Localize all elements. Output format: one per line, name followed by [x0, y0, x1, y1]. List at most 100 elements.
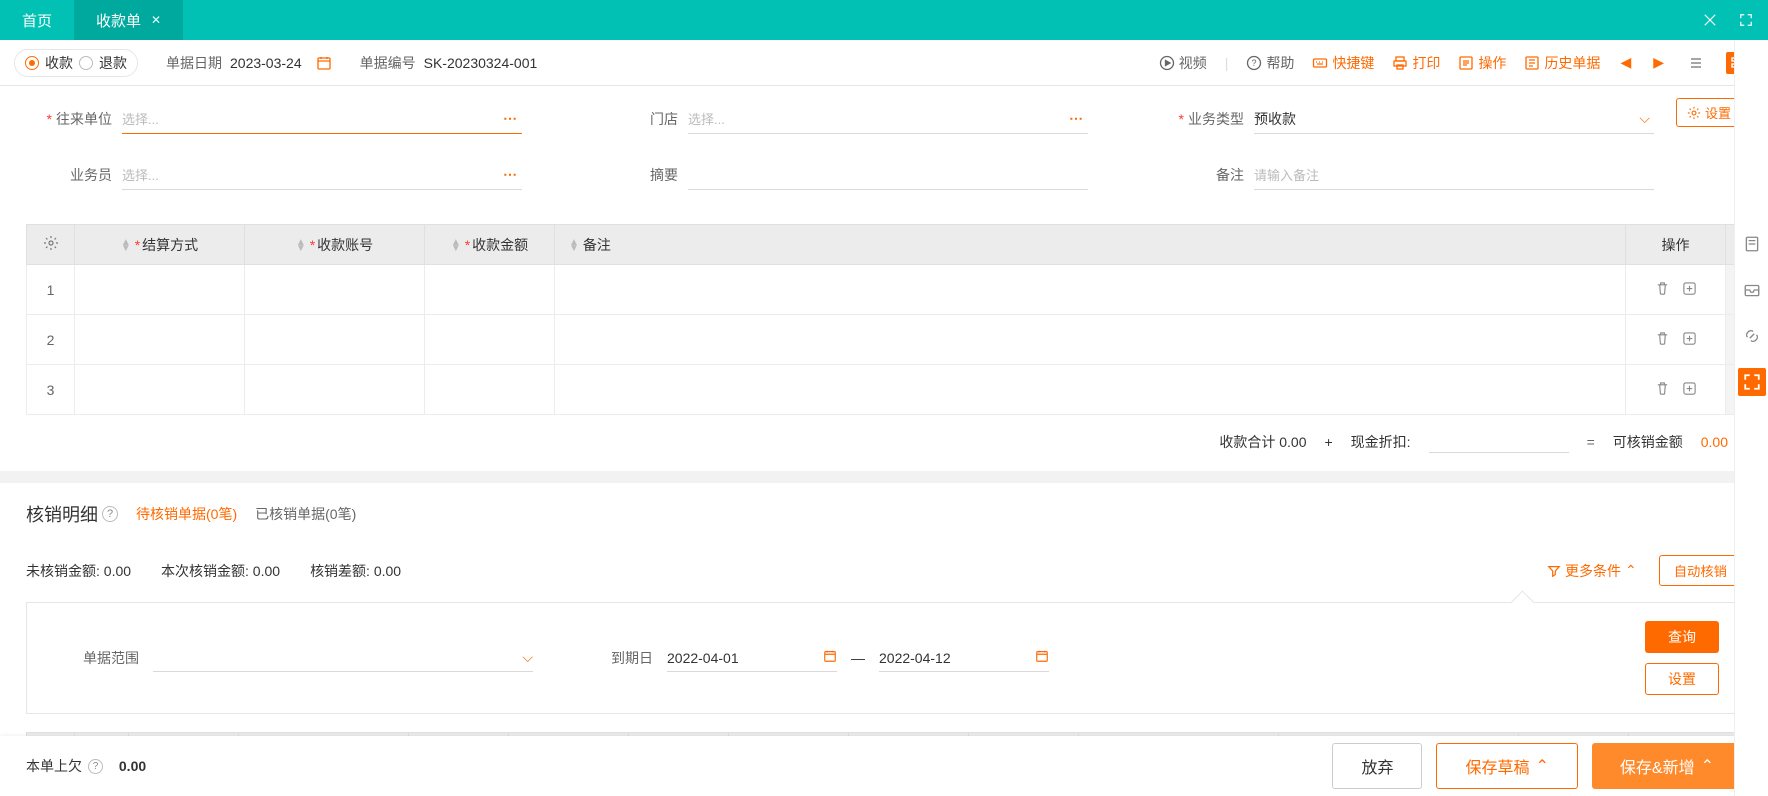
- plus-sign: +: [1324, 434, 1332, 450]
- radio-refund[interactable]: 退款: [79, 53, 127, 73]
- rail-expand-icon[interactable]: [1738, 368, 1766, 396]
- table-gear-header[interactable]: [27, 225, 75, 265]
- table-row[interactable]: 3: [27, 365, 1742, 415]
- help-icon[interactable]: ?: [102, 506, 118, 522]
- close-icon[interactable]: ✕: [151, 13, 161, 27]
- biz-type-value: 预收款: [1254, 109, 1296, 129]
- remark-input[interactable]: 请输入备注: [1254, 160, 1654, 190]
- row-index: 3: [27, 365, 75, 415]
- window-close-icon[interactable]: [1700, 10, 1720, 30]
- toolbar-history-label: 历史单据: [1544, 53, 1600, 73]
- help-icon[interactable]: ?: [88, 759, 103, 774]
- tab-home[interactable]: 首页: [0, 0, 74, 40]
- toolbar: 视频 | ? 帮助 快捷键 打印 操作 历史单据 ◀: [1159, 52, 1750, 74]
- col-pay-method[interactable]: ▲▼*结算方式: [75, 225, 245, 265]
- tab-done-verify[interactable]: 已核销单据(0笔): [255, 504, 356, 524]
- radio-dot-icon: [79, 56, 93, 70]
- verifiable-value: 0.00: [1701, 434, 1728, 450]
- cell-account[interactable]: [245, 265, 425, 315]
- col-remark[interactable]: ▲▼备注: [555, 225, 1626, 265]
- option-row: 收款 退款 单据日期 2023-03-24 单据编号 SK-20230324-0…: [0, 40, 1768, 86]
- view-list-icon[interactable]: [1684, 52, 1708, 74]
- cell-pay-method[interactable]: [75, 265, 245, 315]
- toolbar-shortcut[interactable]: 快捷键: [1312, 53, 1374, 73]
- date-from-input[interactable]: 2022-04-01: [667, 644, 837, 672]
- add-row-icon[interactable]: [1682, 331, 1697, 349]
- table-row[interactable]: 1: [27, 265, 1742, 315]
- tab-receipt-label: 收款单: [96, 10, 141, 31]
- cell-account[interactable]: [245, 365, 425, 415]
- rail-inbox-icon[interactable]: [1738, 276, 1766, 304]
- save-draft-button[interactable]: 保存草稿 ⌃: [1436, 743, 1577, 789]
- row-index: 2: [27, 315, 75, 365]
- due-label: 到期日: [563, 648, 653, 668]
- prev-doc-icon[interactable]: ◀: [1618, 54, 1633, 71]
- range-select[interactable]: ⌵: [153, 644, 533, 672]
- add-row-icon[interactable]: [1682, 281, 1697, 299]
- table-row[interactable]: 2: [27, 315, 1742, 365]
- calendar-icon[interactable]: [316, 55, 332, 71]
- col-amount[interactable]: ▲▼*收款金额: [425, 225, 555, 265]
- tab-receipt[interactable]: 收款单 ✕: [74, 0, 183, 40]
- tab-pending-verify[interactable]: 待核销单据(0笔): [136, 504, 237, 524]
- form-settings-button[interactable]: 设置: [1676, 98, 1742, 127]
- biz-type-label: 业务类型: [1158, 109, 1244, 129]
- more-icon[interactable]: ⋯: [503, 110, 518, 127]
- biz-type-select[interactable]: 预收款 ⌵: [1254, 104, 1654, 134]
- toolbar-video[interactable]: 视频: [1159, 53, 1207, 73]
- rail-note-icon[interactable]: [1738, 230, 1766, 258]
- owe-value: 0.00: [119, 758, 146, 774]
- delete-row-icon[interactable]: [1655, 381, 1670, 399]
- summary-input[interactable]: [688, 160, 1088, 190]
- agent-input[interactable]: 选择... ⋯: [122, 160, 522, 190]
- radio-receive[interactable]: 收款: [25, 53, 73, 73]
- cell-amount[interactable]: [425, 315, 555, 365]
- remark-label: 备注: [1158, 165, 1244, 185]
- counterparty-input[interactable]: 选择... ⋯: [122, 104, 522, 134]
- calendar-icon[interactable]: [1035, 649, 1049, 666]
- row-index: 1: [27, 265, 75, 315]
- auto-verify-button[interactable]: 自动核销: [1659, 555, 1742, 586]
- discount-input[interactable]: [1429, 431, 1569, 453]
- window-fullscreen-icon[interactable]: [1736, 10, 1756, 30]
- stat-diff: 核销差额: 0.00: [310, 561, 401, 581]
- query-button[interactable]: 查询: [1645, 621, 1719, 653]
- toolbar-history[interactable]: 历史单据: [1524, 53, 1600, 73]
- cell-remark[interactable]: [555, 265, 1626, 315]
- save-new-button[interactable]: 保存&新增 ⌃: [1592, 743, 1742, 789]
- filter-settings-button[interactable]: 设置: [1645, 663, 1719, 695]
- toolbar-help[interactable]: ? 帮助: [1246, 53, 1294, 73]
- cell-amount[interactable]: [425, 265, 555, 315]
- add-row-icon[interactable]: [1682, 381, 1697, 399]
- cell-remark[interactable]: [555, 365, 1626, 415]
- col-account[interactable]: ▲▼*收款账号: [245, 225, 425, 265]
- toolbar-operate[interactable]: 操作: [1458, 53, 1506, 73]
- next-doc-icon[interactable]: ▶: [1651, 54, 1666, 71]
- gear-icon: [43, 238, 59, 254]
- delete-row-icon[interactable]: [1655, 281, 1670, 299]
- col-ops: 操作: [1626, 225, 1726, 265]
- toolbar-video-label: 视频: [1179, 53, 1207, 73]
- chevron-up-icon: ⌃: [1536, 756, 1549, 776]
- field-biz-type: 业务类型 预收款 ⌵: [1158, 104, 1654, 134]
- toolbar-print[interactable]: 打印: [1392, 53, 1440, 73]
- cell-remark[interactable]: [555, 315, 1626, 365]
- calendar-icon[interactable]: [823, 649, 837, 666]
- store-input[interactable]: 选择... ⋯: [688, 104, 1088, 134]
- sort-icon: ▲▼: [296, 240, 306, 252]
- filter-due-date: 到期日 2022-04-01 — 2022-04-12: [563, 644, 1049, 672]
- doc-date-value[interactable]: 2023-03-24: [230, 55, 302, 71]
- more-conditions-button[interactable]: 更多条件 ⌃: [1547, 561, 1637, 581]
- cell-amount[interactable]: [425, 365, 555, 415]
- store-label: 门店: [592, 109, 678, 129]
- cell-pay-method[interactable]: [75, 365, 245, 415]
- sort-icon: ▲▼: [569, 240, 579, 252]
- more-icon[interactable]: ⋯: [503, 166, 518, 183]
- date-to-input[interactable]: 2022-04-12: [879, 644, 1049, 672]
- more-icon[interactable]: ⋯: [1069, 110, 1084, 127]
- cell-pay-method[interactable]: [75, 315, 245, 365]
- rail-link-icon[interactable]: [1738, 322, 1766, 350]
- delete-row-icon[interactable]: [1655, 331, 1670, 349]
- cell-account[interactable]: [245, 315, 425, 365]
- discard-button[interactable]: 放弃: [1332, 743, 1422, 789]
